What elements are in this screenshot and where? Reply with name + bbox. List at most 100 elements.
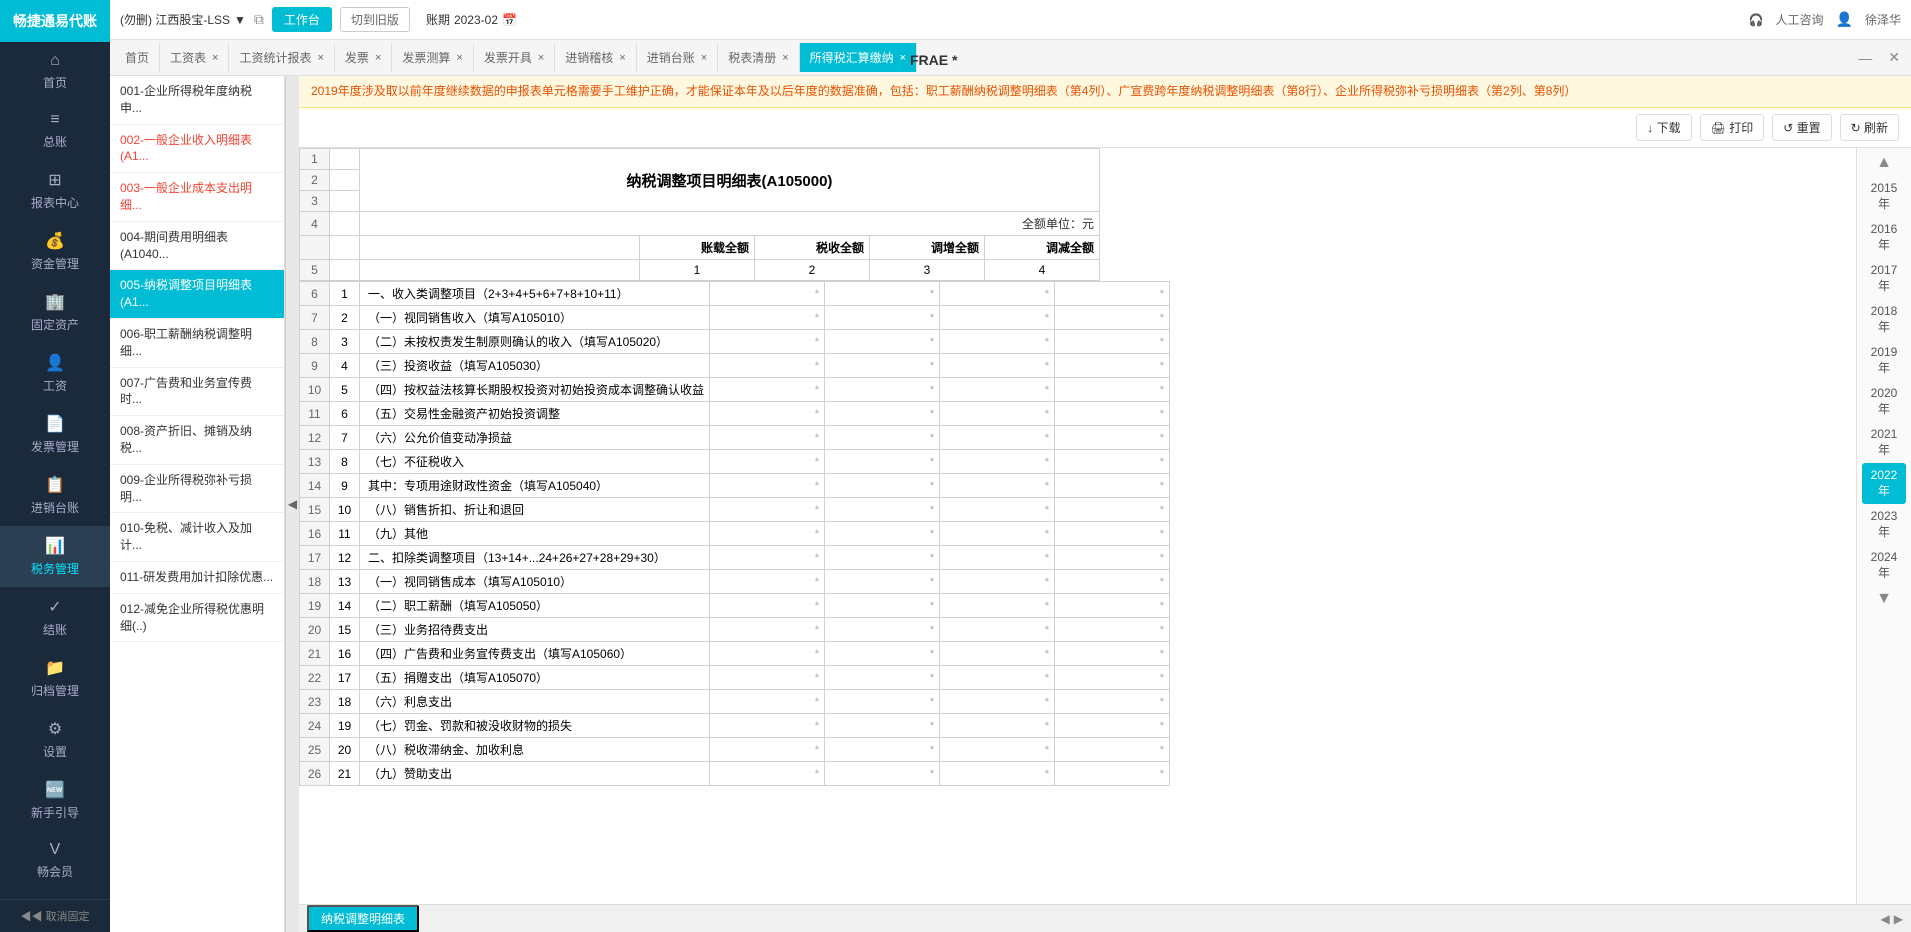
tab-tax-list[interactable]: 税表清册 × (718, 43, 799, 72)
data-cell[interactable]: * (940, 474, 1055, 498)
tab-payroll-stats[interactable]: 工资统计报表 × (229, 43, 334, 72)
data-cell[interactable]: * (1055, 402, 1170, 426)
data-cell[interactable]: * (825, 642, 940, 666)
refresh-button[interactable]: ↻ 刷新 (1840, 114, 1899, 141)
data-cell[interactable]: * (1055, 282, 1170, 306)
data-cell[interactable]: * (1055, 570, 1170, 594)
data-cell[interactable]: * (825, 714, 940, 738)
data-cell[interactable]: * (940, 570, 1055, 594)
tab-income-tax[interactable]: 所得税汇算缴纳 × (800, 43, 917, 72)
sidebar-item-invoice[interactable]: 📄 发票管理 (0, 404, 110, 465)
year-button[interactable]: 2018年 (1862, 299, 1906, 340)
sidebar-item-settings[interactable]: ⚙ 设置 (0, 709, 110, 770)
data-cell[interactable]: * (1055, 354, 1170, 378)
data-cell[interactable]: * (825, 738, 940, 762)
sidebar-item-archive[interactable]: 📁 归档管理 (0, 648, 110, 709)
data-cell[interactable]: * (940, 522, 1055, 546)
data-cell[interactable]: * (1055, 426, 1170, 450)
data-cell[interactable]: * (710, 426, 825, 450)
tab-close-invoice-calc[interactable]: × (456, 52, 462, 64)
data-cell[interactable]: * (940, 546, 1055, 570)
tab-purchase-ledger[interactable]: 进销台账 × (637, 43, 718, 72)
form-item-002[interactable]: 002-一般企业收入明细表(A1... (110, 125, 284, 174)
data-cell[interactable]: * (1055, 738, 1170, 762)
tab-close-income-tax[interactable]: × (900, 52, 906, 64)
data-cell[interactable]: * (825, 522, 940, 546)
user-name[interactable]: 徐泽华 (1865, 11, 1901, 28)
data-cell[interactable]: * (940, 498, 1055, 522)
back-button[interactable]: 切到旧版 (340, 7, 410, 32)
tab-close-purchase-check[interactable]: × (619, 52, 625, 64)
data-cell[interactable]: * (825, 378, 940, 402)
scroll-left-icon[interactable]: ◀ (1881, 912, 1890, 926)
data-cell[interactable]: * (1055, 330, 1170, 354)
data-cell[interactable]: * (940, 666, 1055, 690)
data-cell[interactable]: * (825, 546, 940, 570)
sheet-tab-adjust[interactable]: 纳税调整明细表 (307, 905, 419, 932)
data-cell[interactable]: * (1055, 690, 1170, 714)
form-item-007[interactable]: 007-广告费和业务宣传费时... (110, 368, 284, 417)
data-cell[interactable]: * (825, 498, 940, 522)
sidebar-item-assets[interactable]: 🏢 固定资产 (0, 282, 110, 343)
data-cell[interactable]: * (710, 714, 825, 738)
sidebar-item-ledger[interactable]: ≡ 总账 (0, 101, 110, 160)
data-cell[interactable]: * (825, 450, 940, 474)
tab-close-invoice[interactable]: × (375, 52, 381, 64)
data-cell[interactable]: * (1055, 762, 1170, 786)
data-cell[interactable]: * (1055, 642, 1170, 666)
data-cell[interactable]: * (825, 474, 940, 498)
data-cell[interactable]: * (1055, 522, 1170, 546)
data-cell[interactable]: * (710, 642, 825, 666)
data-cell[interactable]: * (940, 762, 1055, 786)
data-cell[interactable]: * (1055, 474, 1170, 498)
data-cell[interactable]: * (940, 426, 1055, 450)
form-item-001[interactable]: 001-企业所得税年度纳税申... (110, 76, 284, 125)
data-cell[interactable]: * (825, 354, 940, 378)
sidebar-item-home[interactable]: ⌂ 首页 (0, 42, 110, 101)
sidebar-item-tax[interactable]: 📊 税务管理 (0, 526, 110, 587)
year-button[interactable]: 2017年 (1862, 258, 1906, 299)
year-nav-down[interactable]: ▼ (1874, 588, 1894, 610)
year-nav-up[interactable]: ▲ (1874, 152, 1894, 174)
form-item-009[interactable]: 009-企业所得税弥补亏损明... (110, 465, 284, 514)
data-cell[interactable]: * (710, 354, 825, 378)
data-cell[interactable]: * (1055, 714, 1170, 738)
sidebar-item-finance[interactable]: 💰 资金管理 (0, 221, 110, 282)
download-button[interactable]: ↓ 下载 (1636, 114, 1691, 141)
year-button[interactable]: 2024年 (1862, 545, 1906, 586)
form-item-012[interactable]: 012-减免企业所得税优惠明细(..) (110, 594, 284, 643)
year-button[interactable]: 2021年 (1862, 422, 1906, 463)
sidebar-item-reports[interactable]: ⊞ 报表中心 (0, 160, 110, 221)
data-cell[interactable]: * (825, 618, 940, 642)
data-cell[interactable]: * (825, 570, 940, 594)
form-item-006[interactable]: 006-职工薪酬纳税调整明细... (110, 319, 284, 368)
panel-toggle-button[interactable]: ◀ (285, 76, 299, 932)
sidebar-item-payroll[interactable]: 👤 工资 (0, 343, 110, 404)
data-cell[interactable]: * (1055, 666, 1170, 690)
reset-button[interactable]: ↺ 重置 (1772, 114, 1831, 141)
data-cell[interactable]: * (710, 570, 825, 594)
data-cell[interactable]: * (1055, 594, 1170, 618)
data-cell[interactable]: * (825, 306, 940, 330)
data-cell[interactable]: * (710, 594, 825, 618)
data-cell[interactable]: * (825, 594, 940, 618)
print-button[interactable]: 🖨 打印 (1700, 114, 1765, 141)
company-selector[interactable]: (勿删) 江西股宝-LSS ▼ (120, 11, 246, 28)
tab-close-payroll-stats[interactable]: × (317, 52, 323, 64)
data-cell[interactable]: * (940, 642, 1055, 666)
workbench-button[interactable]: 工作台 (272, 7, 332, 32)
data-cell[interactable]: * (940, 402, 1055, 426)
data-cell[interactable]: * (825, 426, 940, 450)
data-cell[interactable]: * (1055, 378, 1170, 402)
tab-close-all-button[interactable]: ✕ (1882, 47, 1906, 68)
data-cell[interactable]: * (710, 666, 825, 690)
tab-close-purchase-ledger[interactable]: × (701, 52, 707, 64)
sidebar-item-guide[interactable]: 🆕 新手引导 (0, 770, 110, 831)
form-item-005[interactable]: 005-纳税调整项目明细表(A1... (110, 270, 284, 319)
tab-close-invoice-issue[interactable]: × (538, 52, 544, 64)
tab-purchase-check[interactable]: 进销稽核 × (555, 43, 636, 72)
sidebar-item-close[interactable]: ✓ 结账 (0, 587, 110, 648)
data-cell[interactable]: * (710, 450, 825, 474)
year-button[interactable]: 2023年 (1862, 504, 1906, 545)
form-item-010[interactable]: 010-免税、减计收入及加计... (110, 513, 284, 562)
